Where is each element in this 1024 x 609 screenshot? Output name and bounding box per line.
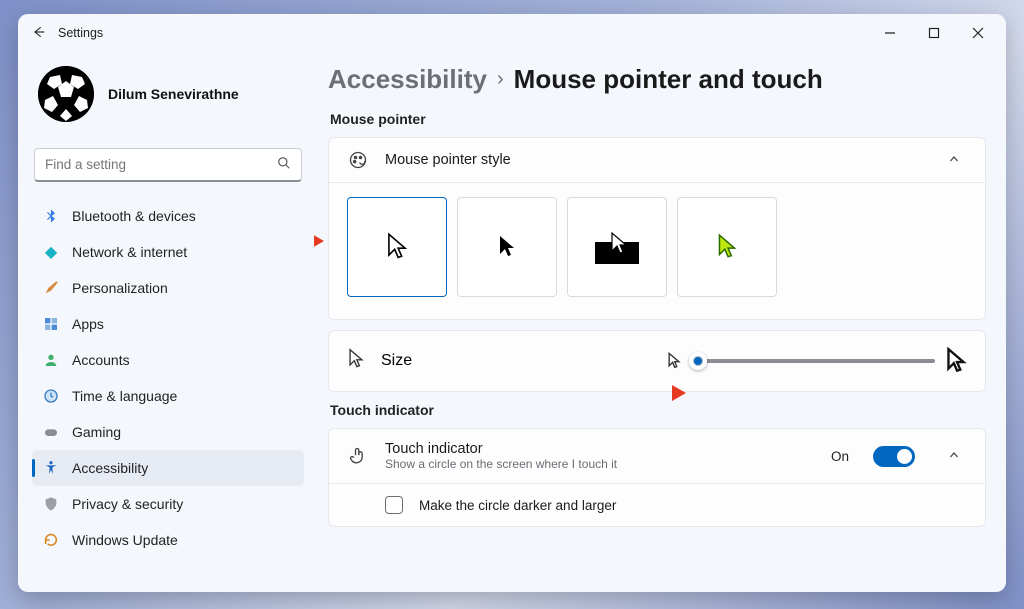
chevron-up-icon[interactable] [941, 449, 967, 464]
sidebar-item-apps[interactable]: Apps [32, 306, 304, 342]
pointer-size-slider-group [667, 347, 967, 375]
sidebar: Dilum Senevirathne Bluetooth & devices ◆ N… [18, 52, 314, 592]
sidebar-item-personalization[interactable]: Personalization [32, 270, 304, 306]
touch-indicator-sub: Show a circle on the screen where I touc… [385, 457, 617, 471]
game-icon [42, 423, 60, 441]
chevron-right-icon: › [497, 68, 504, 91]
pointer-size-slider[interactable] [691, 359, 935, 363]
slider-thumb[interactable] [689, 352, 707, 370]
nav-list: Bluetooth & devices ◆ Network & internet Pe… [32, 198, 304, 592]
wifi-icon: ◆ [42, 243, 60, 261]
touch-indicator-card: Touch indicator Show a circle on the scr… [328, 428, 986, 527]
touch-darker-label: Make the circle darker and larger [419, 498, 616, 513]
titlebar: Settings [18, 14, 1006, 52]
sidebar-item-accessibility[interactable]: Accessibility [32, 450, 304, 486]
breadcrumb: Accessibility › Mouse pointer and touch [328, 64, 986, 95]
search-box[interactable] [34, 148, 302, 182]
cursor-large-icon [945, 347, 967, 375]
pointer-style-white[interactable] [347, 197, 447, 297]
toggle-state-label: On [831, 449, 849, 464]
bluetooth-icon [42, 207, 60, 225]
chevron-up-icon[interactable] [941, 153, 967, 168]
touch-indicator-toggle[interactable] [873, 446, 915, 467]
sidebar-item-label: Accessibility [72, 460, 148, 476]
sidebar-item-label: Personalization [72, 280, 168, 296]
sidebar-item-label: Gaming [72, 424, 121, 440]
sidebar-item-label: Bluetooth & devices [72, 208, 196, 224]
brush-icon [42, 279, 60, 297]
pointer-style-label: Mouse pointer style [385, 152, 511, 168]
touch-indicator-label: Touch indicator [385, 441, 617, 457]
sidebar-item-time-language[interactable]: Time & language [32, 378, 304, 414]
sidebar-item-label: Time & language [72, 388, 177, 404]
sidebar-item-privacy-security[interactable]: Privacy & security [32, 486, 304, 522]
pointer-size-label: Size [381, 352, 412, 370]
avatar [38, 66, 94, 122]
cursor-icon [347, 348, 365, 375]
sidebar-item-accounts[interactable]: Accounts [32, 342, 304, 378]
sidebar-item-label: Privacy & security [72, 496, 183, 512]
clock-icon [42, 387, 60, 405]
accessibility-icon [42, 459, 60, 477]
cursor-small-icon [667, 352, 681, 370]
pointer-style-header[interactable]: Mouse pointer style [329, 138, 985, 182]
search-icon [277, 156, 291, 173]
touch-darker-row: Make the circle darker and larger [329, 484, 985, 526]
section-title-pointer: Mouse pointer [330, 111, 986, 127]
touch-darker-checkbox[interactable] [385, 496, 403, 514]
touch-icon [347, 446, 369, 466]
touch-indicator-row: Touch indicator Show a circle on the scr… [329, 429, 985, 483]
window-title: Settings [58, 26, 103, 40]
profile-name: Dilum Senevirathne [108, 86, 239, 102]
close-button[interactable] [956, 18, 1000, 48]
shield-icon [42, 495, 60, 513]
breadcrumb-parent[interactable]: Accessibility [328, 64, 487, 95]
minimize-button[interactable] [868, 18, 912, 48]
pointer-style-custom[interactable] [677, 197, 777, 297]
settings-window: Settings [18, 14, 1006, 592]
sidebar-item-bluetooth-devices[interactable]: Bluetooth & devices [32, 198, 304, 234]
main-panel: Accessibility › Mouse pointer and touch … [314, 52, 1006, 592]
profile-block[interactable]: Dilum Senevirathne [32, 52, 304, 148]
pointer-style-card: Mouse pointer style [328, 137, 986, 320]
sidebar-item-label: Network & internet [72, 244, 187, 260]
sidebar-item-label: Apps [72, 316, 104, 332]
sidebar-item-label: Accounts [72, 352, 130, 368]
page-title: Mouse pointer and touch [514, 64, 823, 95]
person-icon [42, 351, 60, 369]
annotation-arrow-1 [314, 228, 326, 254]
annotation-arrow-2 [642, 380, 688, 406]
window-controls [868, 18, 1000, 48]
pointer-style-options [329, 183, 985, 319]
palette-icon [347, 150, 369, 170]
sidebar-item-windows-update[interactable]: Windows Update [32, 522, 304, 558]
sidebar-item-gaming[interactable]: Gaming [32, 414, 304, 450]
back-button[interactable] [24, 25, 54, 42]
pointer-style-inverted[interactable] [567, 197, 667, 297]
apps-icon [42, 315, 60, 333]
sidebar-item-label: Windows Update [72, 532, 178, 548]
update-icon [42, 531, 60, 549]
pointer-style-black[interactable] [457, 197, 557, 297]
search-input[interactable] [45, 157, 277, 172]
maximize-button[interactable] [912, 18, 956, 48]
sidebar-item-network-internet[interactable]: ◆ Network & internet [32, 234, 304, 270]
